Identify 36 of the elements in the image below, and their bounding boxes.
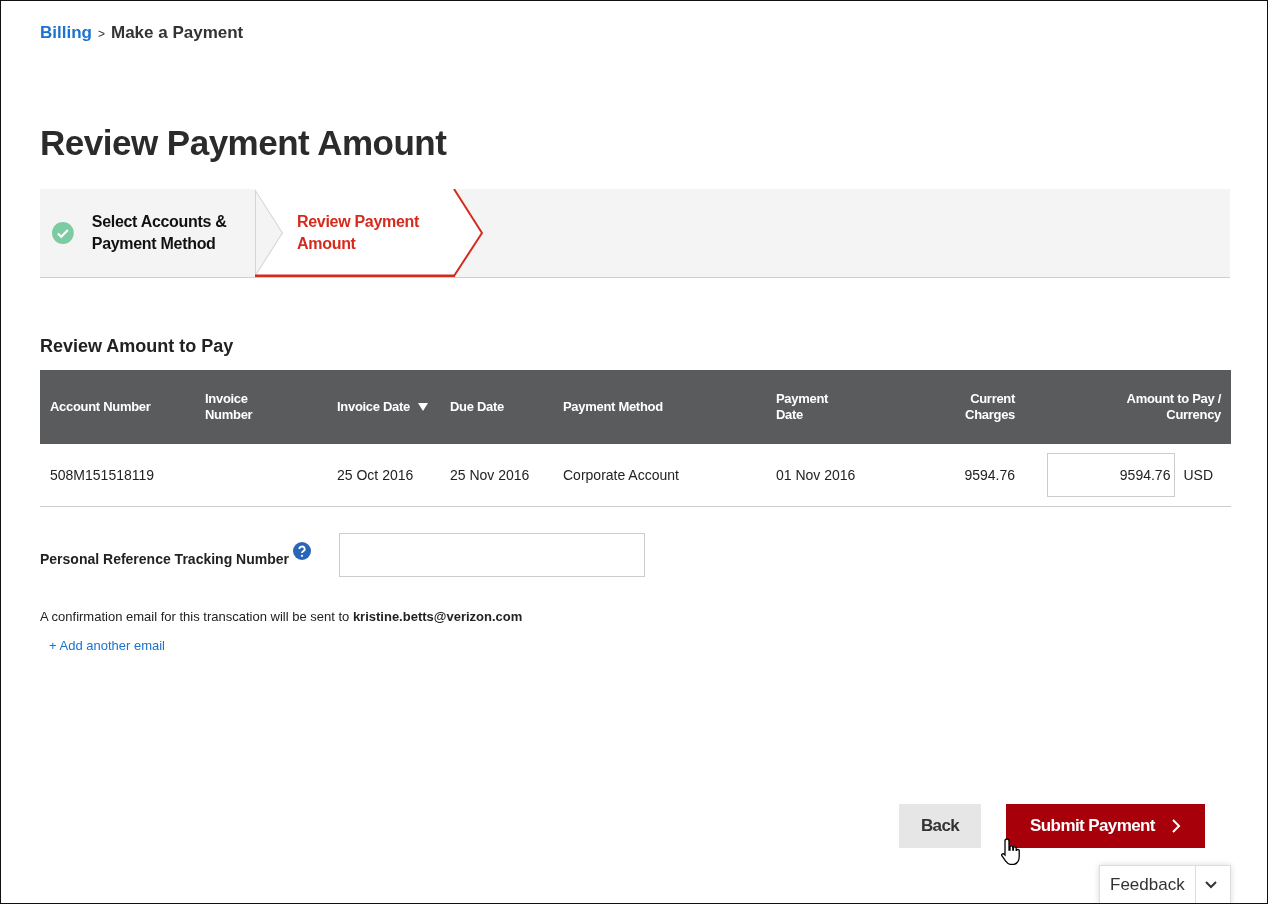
currency-label: USD xyxy=(1183,466,1213,483)
chevron-right-icon xyxy=(1170,818,1181,833)
sort-down-icon[interactable] xyxy=(418,403,428,411)
check-icon xyxy=(52,222,74,244)
column-header: Invoice Number xyxy=(205,391,254,423)
page-title: Review Payment Amount xyxy=(40,123,448,163)
table-cell: Corporate Account xyxy=(563,466,679,483)
chevron-down-icon[interactable] xyxy=(1204,881,1217,889)
table-cell: 9594.76 xyxy=(964,466,1015,483)
feedback-tab[interactable]: Feedback xyxy=(1099,865,1231,903)
add-email-link[interactable]: + Add another email xyxy=(49,637,165,653)
column-header: Payment Method xyxy=(563,399,663,415)
field-label: Personal Reference Tracking Number xyxy=(40,550,289,567)
progress-step: Select Accounts & Payment Method xyxy=(40,189,255,277)
table-cell: 508M151518119 xyxy=(50,466,155,483)
back-button[interactable]: Back xyxy=(899,803,981,848)
column-header: Payment Date xyxy=(776,391,830,423)
table-cell: 01 Nov 2016 xyxy=(776,466,856,483)
breadcrumb-link[interactable]: Billing xyxy=(40,23,92,43)
breadcrumb-separator: > xyxy=(97,27,105,41)
column-header: Amount to Pay / Currency xyxy=(1125,391,1221,423)
hand-cursor-icon xyxy=(999,836,1023,867)
confirmation-text: A confirmation email for this transcation will be sent to kristine.betts@verizon.com xyxy=(40,608,524,624)
table-cell: 25 Oct 2016 xyxy=(337,466,414,483)
column-header: Due Date xyxy=(450,399,504,415)
table-cell: 25 Nov 2016 xyxy=(450,466,530,483)
progress-step: Review Payment Amount xyxy=(255,189,483,277)
amount-input[interactable]: 9594.76 xyxy=(1047,452,1176,497)
column-header: Account Number xyxy=(50,399,151,415)
sort-header[interactable]: Invoice Date xyxy=(337,399,410,415)
breadcrumb-current: Make a Payment xyxy=(110,23,244,43)
section-title: Review Amount to Pay xyxy=(40,336,235,357)
column-header: Current Charges xyxy=(964,391,1015,423)
help-icon[interactable] xyxy=(293,541,311,560)
submit-button[interactable]: Submit Payment xyxy=(1006,803,1205,848)
tracking-number-input[interactable] xyxy=(339,532,645,577)
